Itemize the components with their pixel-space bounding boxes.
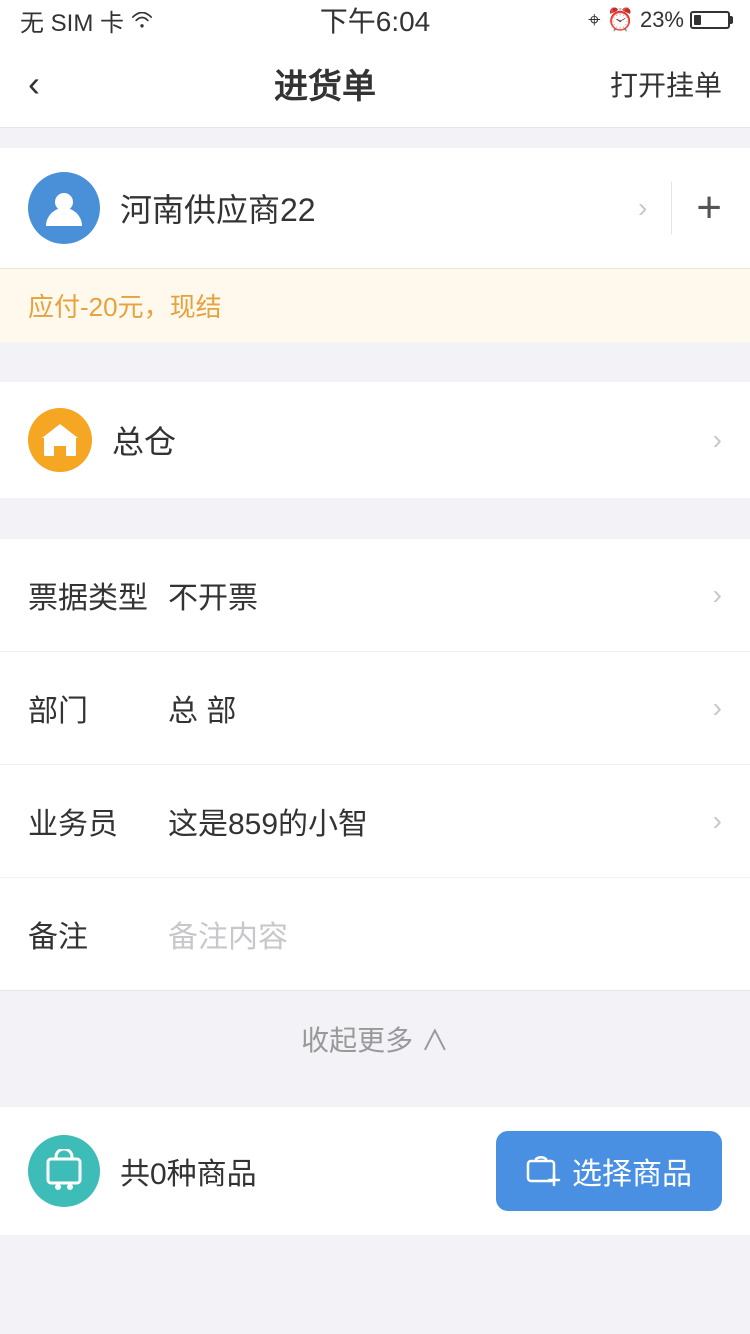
battery-percent: 23% xyxy=(640,7,684,33)
open-pending-button[interactable]: 打开挂单 xyxy=(610,64,722,104)
wifi-icon xyxy=(132,12,152,28)
invoice-value: 不开票 xyxy=(148,573,713,617)
remark-label: 备注 xyxy=(28,912,148,956)
cart-icon xyxy=(42,1149,86,1193)
invoice-row[interactable]: 票据类型 不开票 › xyxy=(0,538,750,652)
collapse-button[interactable]: 收起更多 ∧ xyxy=(28,1019,722,1059)
select-product-button[interactable]: 选择商品 xyxy=(496,1131,722,1211)
bottom-bar: 共0种商品 选择商品 xyxy=(0,1107,750,1235)
notice-text: 应付-20元，现结 xyxy=(28,292,222,322)
location-icon: ⌖ xyxy=(588,7,600,33)
supplier-add-button[interactable]: + xyxy=(696,186,722,230)
warehouse-chevron-icon: › xyxy=(713,424,722,456)
status-bar: 无 SIM 卡 下午6:04 ⌖ ⏰ 23% xyxy=(0,0,750,40)
supplier-section: 河南供应商22 › + 应付-20元，现结 xyxy=(0,148,750,342)
sales-value: 这是859的小智 xyxy=(148,799,713,843)
status-bar-right: ⌖ ⏰ 23% xyxy=(588,7,730,33)
warehouse-building-icon xyxy=(40,420,80,460)
sales-label: 业务员 xyxy=(28,799,148,843)
spacer-1 xyxy=(0,128,750,148)
supplier-avatar xyxy=(28,172,100,244)
remark-input[interactable]: 备注内容 xyxy=(148,912,722,956)
spacer-3 xyxy=(0,498,750,518)
person-icon xyxy=(42,186,86,230)
dept-row[interactable]: 部门 总 部 › xyxy=(0,652,750,765)
nav-bar: ‹ 进货单 打开挂单 xyxy=(0,40,750,128)
warehouse-name: 总仓 xyxy=(112,417,713,463)
product-count: 共0种商品 xyxy=(120,1149,496,1193)
back-button[interactable]: ‹ xyxy=(28,66,40,102)
dept-label: 部门 xyxy=(28,686,148,730)
invoice-label: 票据类型 xyxy=(28,573,148,617)
warehouse-icon xyxy=(28,408,92,472)
sales-row[interactable]: 业务员 这是859的小智 › xyxy=(0,765,750,878)
carrier-label: 无 SIM 卡 xyxy=(20,3,124,38)
battery-icon xyxy=(690,11,730,29)
remark-row[interactable]: 备注 备注内容 xyxy=(0,878,750,990)
page-title: 进货单 xyxy=(274,59,376,108)
content: 河南供应商22 › + 应付-20元，现结 总仓 › 票据类型 xyxy=(0,128,750,1235)
notice-banner: 应付-20元，现结 xyxy=(0,268,750,342)
supplier-name: 河南供应商22 xyxy=(120,185,638,231)
form-section: 票据类型 不开票 › 部门 总 部 › 业务员 这是859的小智 › 备注 备注… xyxy=(0,538,750,990)
warehouse-row[interactable]: 总仓 › xyxy=(0,382,750,498)
sales-chevron-icon: › xyxy=(713,805,722,837)
alarm-icon: ⏰ xyxy=(607,7,634,33)
invoice-chevron-icon: › xyxy=(713,579,722,611)
supplier-chevron-icon: › xyxy=(638,192,647,224)
warehouse-section: 总仓 › xyxy=(0,382,750,498)
supplier-row[interactable]: 河南供应商22 › + xyxy=(0,148,750,268)
select-product-label: 选择商品 xyxy=(572,1149,692,1193)
supplier-divider xyxy=(671,182,672,234)
status-bar-left: 无 SIM 卡 xyxy=(20,3,152,38)
status-bar-time: 下午6:04 xyxy=(320,0,431,40)
dept-chevron-icon: › xyxy=(713,692,722,724)
collapse-section: 收起更多 ∧ xyxy=(0,990,750,1087)
select-product-icon xyxy=(526,1153,562,1189)
product-icon xyxy=(28,1135,100,1207)
dept-value: 总 部 xyxy=(148,686,713,730)
spacer-2 xyxy=(0,342,750,362)
